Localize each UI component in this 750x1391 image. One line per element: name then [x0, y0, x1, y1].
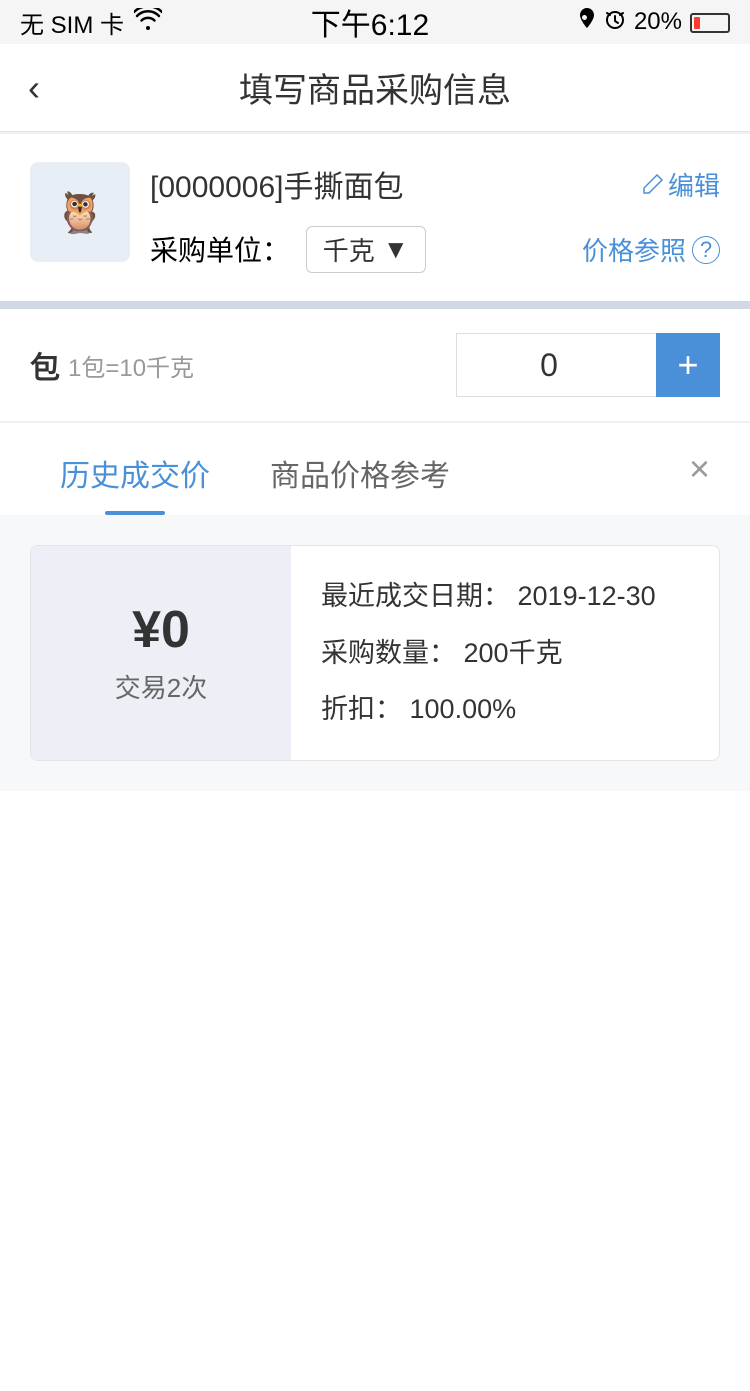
recent-date-row: 最近成交日期： 2019-12-30 — [321, 576, 689, 617]
status-left: 无 SIM 卡 — [20, 5, 162, 40]
history-price-summary: ¥0 交易2次 — [31, 546, 291, 760]
wifi-icon — [134, 8, 162, 37]
recent-date-label: 最近成交日期： — [321, 581, 510, 611]
unit-select[interactable]: 千克 ▼ — [306, 226, 426, 273]
price-ref-help-icon: ? — [692, 236, 720, 264]
discount-row: 折扣： 100.00% — [321, 689, 689, 730]
edit-label: 编辑 — [668, 166, 720, 203]
price-ref-label: 价格参照 — [582, 231, 686, 268]
carrier-text: 无 SIM 卡 — [20, 5, 124, 40]
product-info: [0000006]手撕面包 编辑 采购单位： 千克 ▼ 价格参照 ? — [150, 162, 720, 273]
unit-dropdown-icon: ▼ — [383, 234, 409, 265]
quantity-unit-group: 包 1包=10千克 — [30, 343, 194, 387]
tab-history-label: 历史成交价 — [60, 460, 210, 493]
edit-button[interactable]: 编辑 — [642, 166, 720, 203]
product-name: [0000006]手撕面包 — [150, 162, 403, 206]
unit-label: 采购单位： — [150, 235, 290, 266]
product-card: 🦉 [0000006]手撕面包 编辑 采购单位： 千克 ▼ — [0, 134, 750, 301]
battery-percentage: 20% — [634, 8, 682, 36]
tab-header: 历史成交价 商品价格参考 × — [0, 423, 750, 515]
page-bottom — [0, 791, 750, 1391]
back-button[interactable]: ‹ — [28, 67, 40, 109]
tab-price-reference[interactable]: 商品价格参考 — [240, 423, 480, 515]
unit-row: 采购单位： 千克 ▼ 价格参照 ? — [150, 226, 720, 273]
page-title: 填写商品采购信息 — [239, 63, 511, 112]
quantity-input[interactable] — [456, 333, 656, 397]
nav-bar: ‹ 填写商品采购信息 — [0, 44, 750, 132]
status-time: 下午6:12 — [311, 0, 429, 44]
currency-symbol: ¥ — [132, 601, 161, 659]
alarm-icon — [604, 8, 626, 37]
tab-history-price[interactable]: 历史成交价 — [30, 423, 240, 515]
history-card: ¥0 交易2次 最近成交日期： 2019-12-30 采购数量： 200千克 折… — [30, 545, 720, 761]
price-reference-button[interactable]: 价格参照 ? — [582, 231, 720, 268]
purchase-quantity-value: 200千克 — [464, 638, 563, 668]
discount-label: 折扣： — [321, 694, 402, 724]
tab-price-ref-label: 商品价格参考 — [270, 460, 450, 493]
unit-label-group: 采购单位： 千克 ▼ — [150, 226, 426, 273]
tab-close-button[interactable]: × — [679, 428, 720, 510]
quantity-input-wrapper: + — [214, 333, 720, 397]
discount-value: 100.00% — [410, 694, 517, 724]
recent-date-value: 2019-12-30 — [518, 581, 656, 611]
history-times: 交易2次 — [115, 668, 207, 705]
product-name-row: [0000006]手撕面包 编辑 — [150, 162, 720, 206]
quantity-unit: 包 — [30, 343, 60, 387]
product-thumbnail: 🦉 — [30, 162, 130, 262]
purchase-quantity-label: 采购数量： — [321, 638, 456, 668]
status-bar: 无 SIM 卡 下午6:12 20% — [0, 0, 750, 44]
history-content: ¥0 交易2次 最近成交日期： 2019-12-30 采购数量： 200千克 折… — [0, 515, 750, 791]
tab-panel: 历史成交价 商品价格参考 × ¥0 交易2次 最近成交日期： 2019-12-3… — [0, 423, 750, 791]
purchase-quantity-row: 采购数量： 200千克 — [321, 633, 689, 674]
status-right: 20% — [578, 8, 730, 37]
location-icon — [578, 8, 596, 37]
history-details: 最近成交日期： 2019-12-30 采购数量： 200千克 折扣： 100.0… — [291, 546, 719, 760]
quantity-row: 包 1包=10千克 + — [0, 309, 750, 421]
quantity-plus-button[interactable]: + — [656, 333, 720, 397]
price-number: 0 — [161, 601, 190, 659]
history-price-value: ¥0 — [132, 600, 190, 660]
unit-conversion: 1包=10千克 — [68, 348, 194, 383]
battery-icon — [690, 8, 730, 36]
product-header: 🦉 [0000006]手撕面包 编辑 采购单位： 千克 ▼ — [30, 162, 720, 273]
product-image-icon: 🦉 — [55, 189, 105, 236]
section-divider — [0, 301, 750, 309]
unit-value: 千克 — [323, 231, 375, 268]
